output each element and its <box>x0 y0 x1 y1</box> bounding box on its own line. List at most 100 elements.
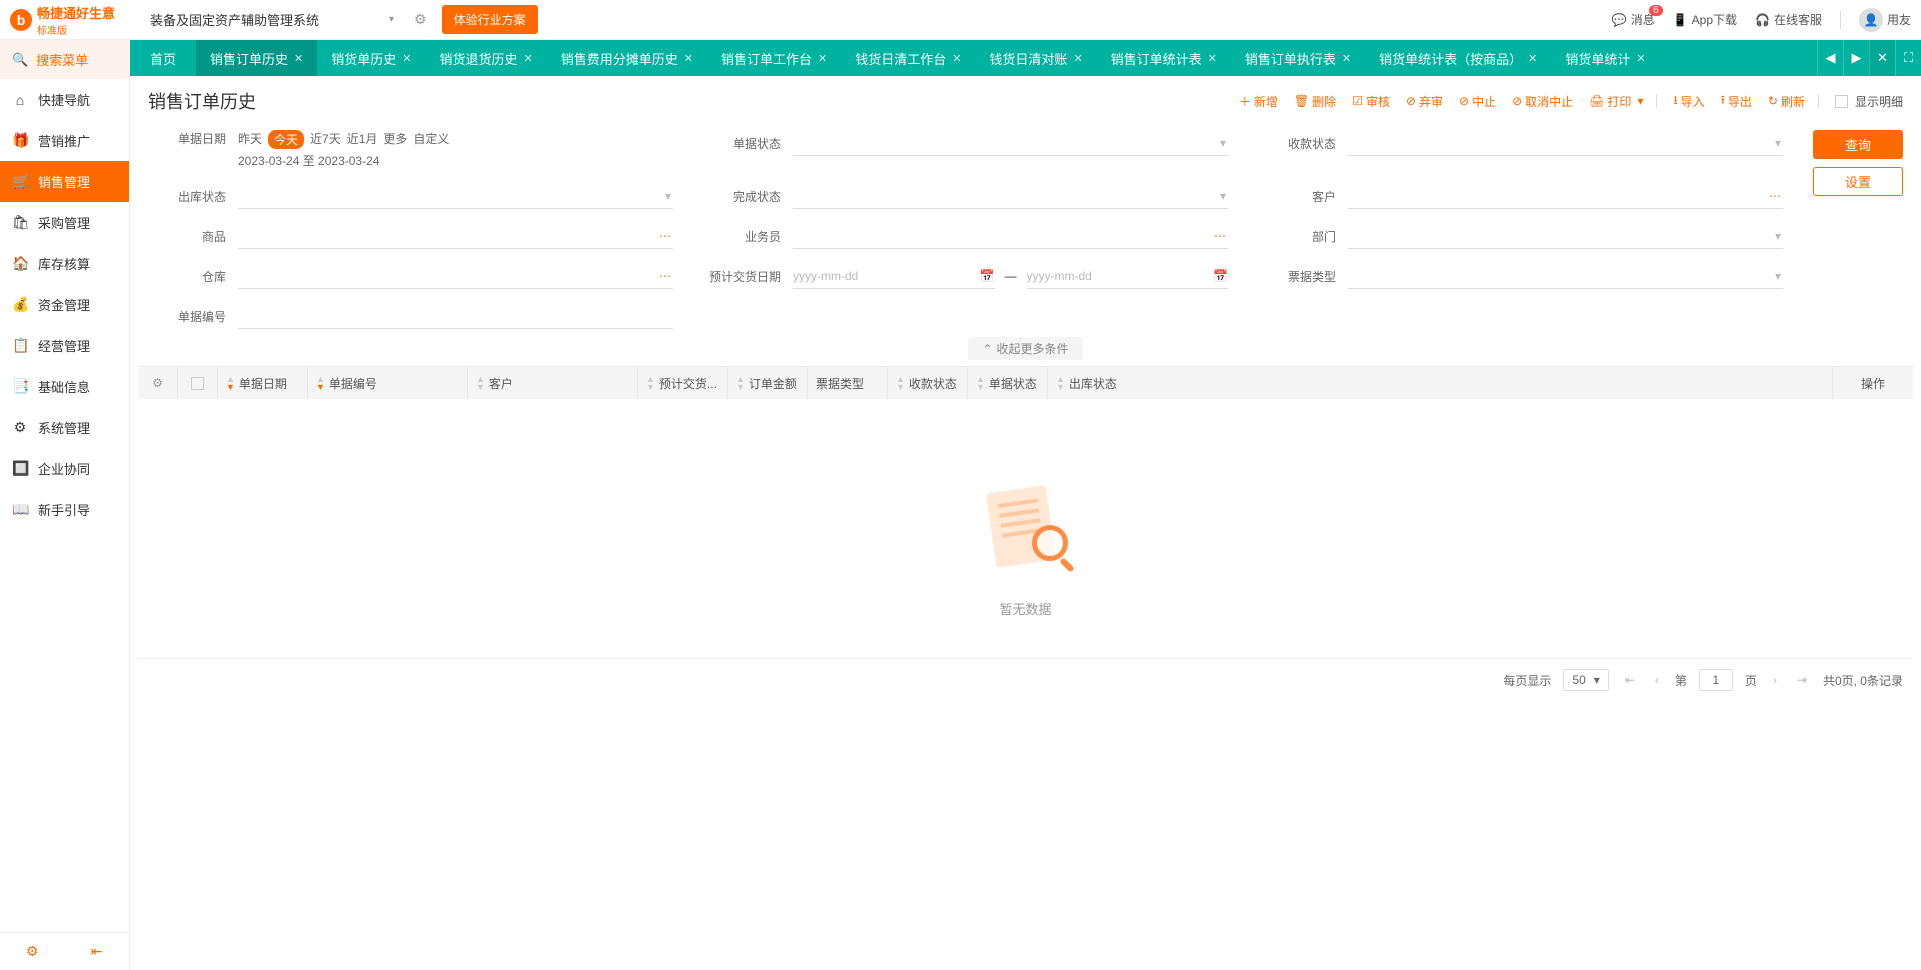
close-icon[interactable]: ✕ <box>952 52 961 65</box>
tab-scroll-right[interactable]: ▶ <box>1843 40 1869 76</box>
filter-department[interactable]: 部门 ▾ <box>1258 223 1783 249</box>
tab[interactable]: 销货单统计✕ <box>1551 40 1659 76</box>
sidebar-item[interactable]: 🔲企业协同 <box>0 448 129 489</box>
tab[interactable]: 销售费用分摊单历史✕ <box>547 40 707 76</box>
sidebar-item[interactable]: ⌂快捷导航 <box>0 79 129 120</box>
service-link[interactable]: 🎧 在线客服 <box>1755 11 1822 28</box>
industry-button[interactable]: 体验行业方案 <box>442 5 538 34</box>
col-ticket[interactable]: 票据类型 <box>808 367 888 399</box>
sidebar-item[interactable]: 🏠库存核算 <box>0 243 129 284</box>
date-pill[interactable]: 昨天 <box>238 130 262 149</box>
date-from-input[interactable]: yyyy-mm-dd📅 <box>793 263 995 289</box>
date-pill[interactable]: 今天 <box>268 130 304 149</box>
col-checkbox[interactable] <box>178 367 218 399</box>
delete-button[interactable]: 🗑删除 <box>1294 93 1336 110</box>
sidebar-item[interactable]: 📑基础信息 <box>0 366 129 407</box>
col-out[interactable]: ▲▼出库状态 <box>1048 367 1833 399</box>
tab-scroll-left[interactable]: ◀ <box>1817 40 1843 76</box>
tab[interactable]: 销货单历史✕ <box>317 40 425 76</box>
filter-ticket-type[interactable]: 票据类型 ▾ <box>1258 263 1783 289</box>
filter-product[interactable]: 商品 ⋯ <box>148 223 673 249</box>
first-page-button[interactable]: ⇤ <box>1621 673 1639 687</box>
filter-customer[interactable]: 客户 ⋯ <box>1258 183 1783 209</box>
tab[interactable]: 销售订单统计表✕ <box>1097 40 1231 76</box>
sidebar-item[interactable]: 🎁营销推广 <box>0 120 129 161</box>
tab[interactable]: 首页 <box>130 40 196 76</box>
tab-close-all[interactable]: ✕ <box>1869 40 1895 76</box>
prev-page-button[interactable]: ‹ <box>1651 673 1663 687</box>
filter-doc-no[interactable]: 单据编号 <box>148 303 673 329</box>
tab[interactable]: 销售订单工作台✕ <box>707 40 841 76</box>
close-icon[interactable]: ✕ <box>1208 52 1217 65</box>
col-no[interactable]: ▲▼单据编号 <box>308 367 468 399</box>
tab-fullscreen[interactable]: ⛶ <box>1895 40 1921 76</box>
col-gear[interactable]: ⚙ <box>138 367 178 399</box>
add-button[interactable]: ＋新增 <box>1239 93 1278 110</box>
gear-icon[interactable]: ⚙ <box>414 11 427 28</box>
sidebar-search[interactable]: 🔍 搜索菜单 <box>0 40 129 79</box>
last-page-button[interactable]: ⇥ <box>1793 673 1811 687</box>
close-icon[interactable]: ✕ <box>1342 52 1351 65</box>
date-pill[interactable]: 近7天 <box>310 130 341 149</box>
export-button[interactable]: ⭱导出 <box>1721 91 1752 112</box>
date-pill[interactable]: 更多 <box>383 130 407 149</box>
sidebar-item[interactable]: 📋经营管理 <box>0 325 129 366</box>
close-icon[interactable]: ✕ <box>402 52 411 65</box>
filter-out-status[interactable]: 出库状态 ▾ <box>148 183 673 209</box>
system-selector[interactable]: 装备及固定资产辅助管理系统 ▾ ⚙ <box>150 10 427 29</box>
close-icon[interactable]: ✕ <box>1528 52 1537 65</box>
collapse-toggle[interactable]: ⌃ 收起更多条件 <box>968 337 1082 360</box>
user-menu[interactable]: 👤 用友 <box>1859 8 1911 32</box>
tab[interactable]: 销货单统计表（按商品）✕ <box>1365 40 1551 76</box>
sidebar-item[interactable]: ⚙系统管理 <box>0 407 129 448</box>
message-link[interactable]: 💬 消息 6 <box>1612 11 1655 28</box>
sidebar-item[interactable]: 💰资金管理 <box>0 284 129 325</box>
filter-salesman[interactable]: 业务员 ⋯ <box>703 223 1228 249</box>
next-page-button[interactable]: › <box>1769 673 1781 687</box>
tab[interactable]: 销货退货历史✕ <box>425 40 546 76</box>
discard-button[interactable]: ⊘弃审 <box>1406 93 1443 110</box>
col-date[interactable]: ▲▼单据日期 <box>218 367 308 399</box>
sort-icon: ▲▼ <box>1056 375 1065 391</box>
stop-button[interactable]: ⊘中止 <box>1459 93 1496 110</box>
tab[interactable]: 销售订单执行表✕ <box>1231 40 1365 76</box>
date-pill[interactable]: 自定义 <box>413 130 449 149</box>
close-icon[interactable]: ✕ <box>1636 52 1645 65</box>
tab[interactable]: 钱货日清对账✕ <box>975 40 1096 76</box>
detail-toggle[interactable]: 显示明细 <box>1835 93 1903 110</box>
unstop-button[interactable]: ⊘取消中止 <box>1512 93 1573 110</box>
app-download-link[interactable]: 📱 App下载 <box>1673 11 1737 28</box>
query-button[interactable]: 查询 <box>1813 130 1903 159</box>
close-icon[interactable]: ✕ <box>524 52 533 65</box>
audit-button[interactable]: ☑审核 <box>1352 93 1390 110</box>
col-amount[interactable]: ▲▼订单金额 <box>728 367 808 399</box>
filter-warehouse[interactable]: 仓库 ⋯ <box>148 263 673 289</box>
refresh-button[interactable]: ↻刷新 <box>1768 93 1819 110</box>
col-expect[interactable]: ▲▼预计交货... <box>638 367 728 399</box>
close-icon[interactable]: ✕ <box>818 52 827 65</box>
setting-button[interactable]: 设置 <box>1813 167 1903 196</box>
filter-finish-status[interactable]: 完成状态 ▾ <box>703 183 1228 209</box>
col-customer[interactable]: ▲▼客户 <box>468 367 638 399</box>
sidebar-item[interactable]: 🛒销售管理 <box>0 161 129 202</box>
filter-doc-status[interactable]: 单据状态 ▾ <box>703 130 1228 156</box>
tab[interactable]: 钱货日清工作台✕ <box>841 40 975 76</box>
page-input[interactable]: 1 <box>1699 669 1733 691</box>
menu-icon: 📑 <box>12 378 28 395</box>
tab[interactable]: 销售订单历史✕ <box>196 40 317 76</box>
close-icon[interactable]: ✕ <box>684 52 693 65</box>
col-recv[interactable]: ▲▼收款状态 <box>888 367 968 399</box>
print-button[interactable]: 🖨打印▾ <box>1589 93 1657 110</box>
sidebar-item[interactable]: 📖新手引导 <box>0 489 129 530</box>
date-pill[interactable]: 近1月 <box>347 130 378 149</box>
collapse-sidebar-button[interactable]: ⇤ <box>65 933 130 970</box>
col-doc[interactable]: ▲▼单据状态 <box>968 367 1048 399</box>
date-to-input[interactable]: yyyy-mm-dd📅 <box>1027 263 1229 289</box>
filter-recv-status[interactable]: 收款状态 ▾ <box>1258 130 1783 156</box>
close-icon[interactable]: ✕ <box>1073 52 1082 65</box>
settings-button[interactable]: ⚙ <box>0 933 65 970</box>
per-page-select[interactable]: 50▾ <box>1563 669 1608 691</box>
sidebar-item[interactable]: 🛍采购管理 <box>0 202 129 243</box>
import-button[interactable]: ⭳导入 <box>1673 91 1704 112</box>
close-icon[interactable]: ✕ <box>294 52 303 65</box>
